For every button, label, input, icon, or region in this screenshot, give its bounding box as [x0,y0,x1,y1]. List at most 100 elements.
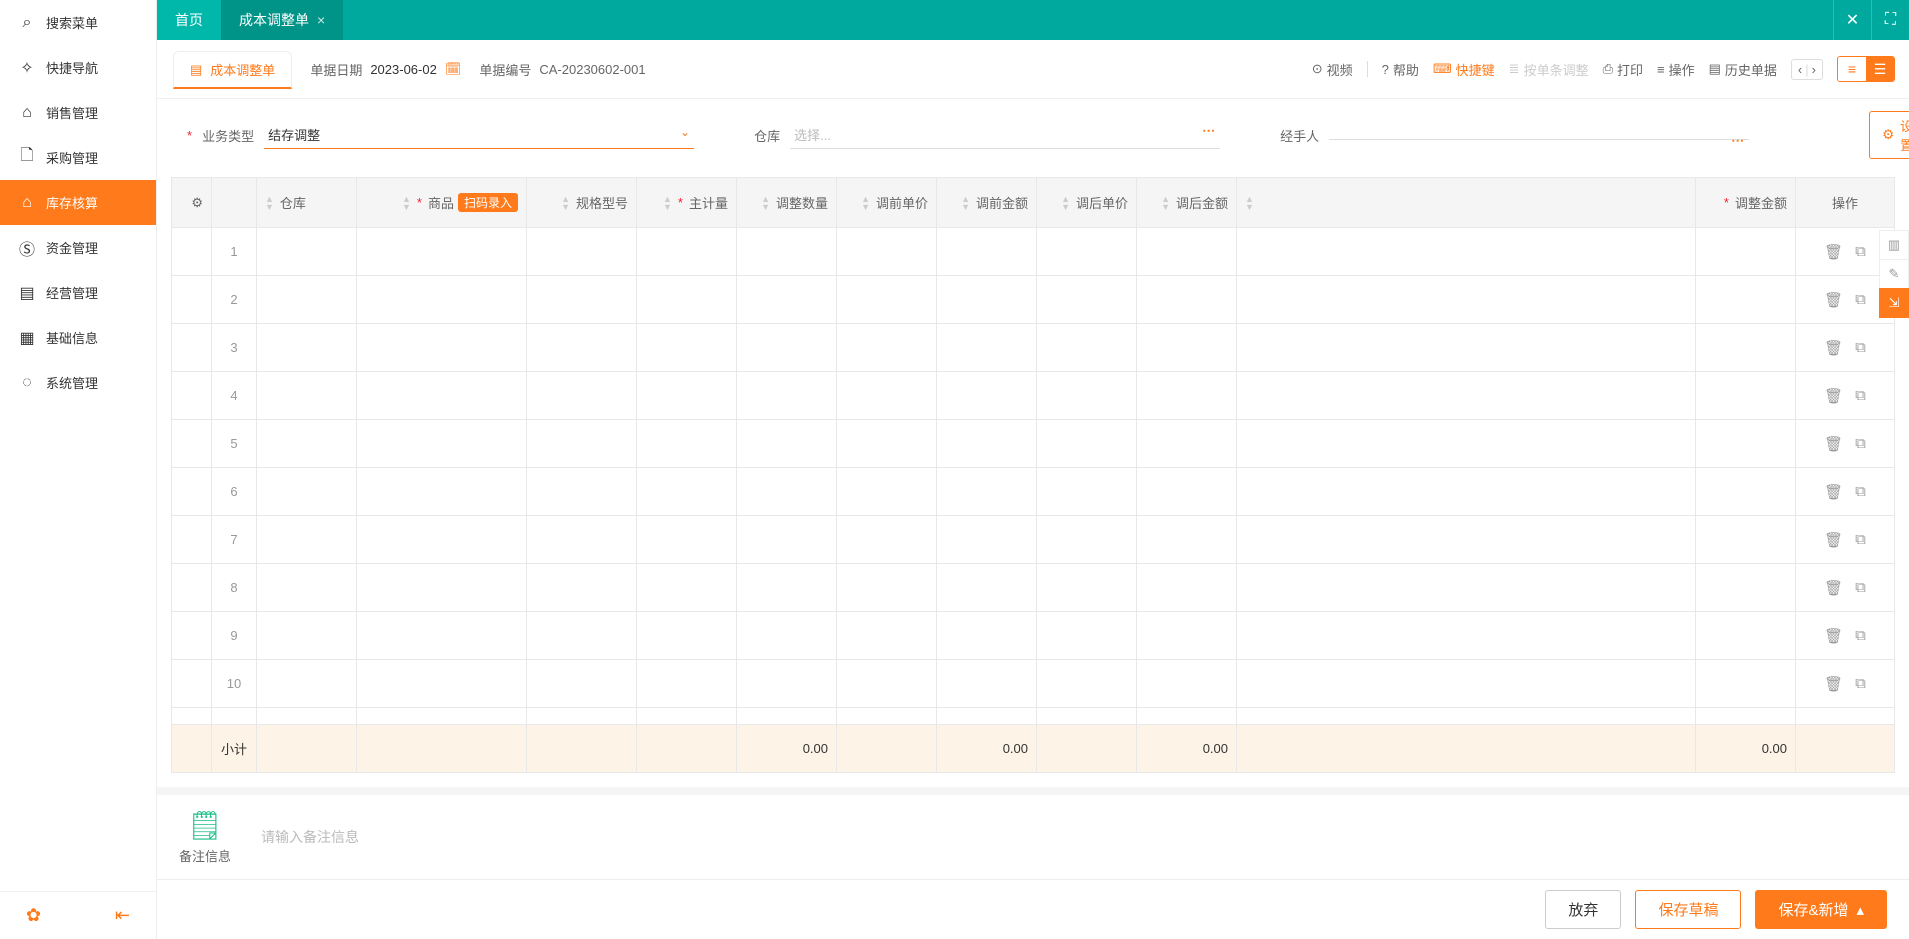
table-row[interactable]: 4🗑⧉ [172,372,1894,420]
sidebar-item-system[interactable]: ◌系统管理 [0,360,156,405]
col-price-before[interactable]: ▲▼调前单价 [837,178,937,227]
prev-icon[interactable]: ‹ [1798,62,1802,77]
operate-link[interactable]: ≡操作 [1657,60,1695,79]
float-edit-icon[interactable]: ✎ [1879,259,1909,289]
copy-row-icon[interactable]: ⧉ [1855,627,1866,644]
collapse-icon[interactable]: ⇤ [115,905,130,926]
table-row[interactable]: 1🗑⧉ [172,228,1894,276]
sidebar-item-label: 采购管理 [46,148,98,167]
delete-row-icon[interactable]: 🗑 [1824,675,1843,693]
doc-number: 单据编号 CA-20230602-001 [479,60,645,79]
tab-cost-adjust[interactable]: 成本调整单 × [221,0,343,40]
view-list-icon[interactable]: ≡ [1838,57,1866,81]
col-amount-before[interactable]: ▲▼调前金额 [937,178,1037,227]
delete-row-icon[interactable]: 🗑 [1824,387,1843,405]
copy-row-icon[interactable]: ⧉ [1855,483,1866,500]
handler-select[interactable]: ⋯ [1329,131,1749,140]
sidebar-item-search[interactable]: ⌕搜索菜单 [0,0,156,45]
shortcut-link[interactable]: ⌨快捷键 [1433,60,1495,79]
col-warehouse[interactable]: ▲▼仓库 [257,178,357,227]
table-row[interactable]: 8 🗑 ⧉ [172,564,1894,612]
table-row[interactable]: 6 🗑 ⧉ [172,468,1894,516]
delete-row-icon[interactable]: 🗑 [1824,243,1843,261]
filter-row: *业务类型 结存调整 ⌄ 仓库 选择... ⋯ 经手人 ⋯ [157,99,1909,177]
remarks-input[interactable] [261,829,1887,845]
copy-row-icon[interactable]: ⧉ [1855,243,1866,260]
per-row-adjust-link[interactable]: ≣按单条调整 [1509,60,1589,79]
sidebar-item-quicknav[interactable]: ✧快捷导航 [0,45,156,90]
sidebar-item-baseinfo[interactable]: ▦基础信息 [0,315,156,360]
copy-row-icon[interactable]: ⧉ [1855,435,1866,452]
delete-row-icon[interactable]: 🗑 [1824,339,1843,357]
col-spec[interactable]: ▲▼规格型号 [527,178,637,227]
col-product[interactable]: ▲▼*商品 扫码录入 [357,178,527,227]
calendar-icon[interactable]: 🗓 [445,61,462,77]
copy-row-icon[interactable]: ⧉ [1855,579,1866,596]
sidebar-item-inventory[interactable]: ⌂ 库存核算 [0,180,156,225]
sidebar-item-purchase[interactable]: 🗋采购管理 [0,135,156,180]
delete-row-icon[interactable]: 🗑 [1824,291,1843,309]
sidebar-item-sales[interactable]: ⌂销售管理 [0,90,156,135]
col-adj-amount[interactable]: *调整金额 [1696,178,1796,227]
col-adjqty[interactable]: ▲▼调整数量 [737,178,837,227]
tabs-fullscreen-button[interactable]: ⛶ [1871,0,1909,40]
copy-row-icon[interactable]: ⧉ [1855,531,1866,548]
subtotal-adjamt: 0.00 [1696,725,1796,772]
delete-row-icon[interactable]: 🗑 [1824,483,1843,501]
tab-home[interactable]: 首页 [157,0,221,40]
float-expand-icon[interactable]: ⇲ [1879,288,1909,318]
table-row[interactable]: 10🗑⧉ [172,660,1894,708]
tabs-close-button[interactable]: ✕ [1833,0,1871,40]
copy-row-icon[interactable]: ⧉ [1855,723,1866,724]
col-mainqty[interactable]: ▲▼*主计量 [637,178,737,227]
table-row[interactable]: 7🗑⧉ [172,516,1894,564]
view-detail-icon[interactable]: ☰ [1866,57,1894,81]
delete-row-icon[interactable]: 🗑 [1824,579,1843,597]
table-row[interactable]: 5🗑⧉ [172,420,1894,468]
biztype-select[interactable]: 结存调整 ⌄ [264,121,694,149]
help-link[interactable]: ?帮助 [1382,60,1419,79]
copy-row-icon[interactable]: ⧉ [1855,339,1866,356]
row-index: 8 [212,564,257,611]
print-link[interactable]: ⎙打印 [1603,60,1643,79]
sidebar-item-operations[interactable]: ▤经营管理 [0,270,156,315]
table-row[interactable]: 2🗑⧉ [172,276,1894,324]
save-new-button[interactable]: 保存&新增 ▴ [1755,890,1887,929]
save-draft-button[interactable]: 保存草稿 [1635,890,1741,929]
sidebar-item-label: 库存核算 [46,193,98,212]
delete-row-icon[interactable]: 🗑 [1824,627,1843,645]
col-amount-after[interactable]: ▲▼调后金额 [1137,178,1237,227]
sidebar-item-label: 资金管理 [46,238,98,257]
delete-row-icon[interactable]: 🗑 [1824,531,1843,549]
table-row[interactable]: 11🗑⧉ [172,708,1894,724]
copy-row-icon[interactable]: ⧉ [1855,387,1866,404]
doc-type-tab[interactable]: ▤ 成本调整单 [173,51,292,89]
table-row[interactable]: 9🗑⧉ [172,612,1894,660]
close-icon[interactable]: × [317,12,325,28]
settings-gear-icon[interactable]: ✿ [26,905,41,926]
remarks-label: 备注信息 [179,846,231,865]
table-row[interactable]: 3🗑⧉ [172,324,1894,372]
col-settings[interactable]: ⚙ [172,178,212,227]
field-label: 单据日期 [310,60,362,79]
row-index: 6 [212,468,257,515]
house-icon: ⌂ [18,194,36,212]
delete-row-icon[interactable]: 🗑 [1824,723,1843,725]
discard-button[interactable]: 放弃 [1545,890,1621,929]
doc-date-value[interactable]: 2023-06-02 [370,62,437,77]
col-price-after[interactable]: ▲▼调后单价 [1037,178,1137,227]
sidebar-item-funds[interactable]: Ⓢ资金管理 [0,225,156,270]
copy-row-icon[interactable]: ⧉ [1855,675,1866,692]
history-link[interactable]: ▤历史单据 [1709,60,1777,79]
video-link[interactable]: ⊙视频 [1312,60,1353,79]
sidebar-item-label: 搜索菜单 [46,13,98,32]
delete-row-icon[interactable]: 🗑 [1824,435,1843,453]
warehouse-select[interactable]: 选择... ⋯ [790,121,1220,149]
next-icon[interactable]: › [1812,62,1816,77]
copy-row-icon[interactable]: ⧉ [1855,291,1866,308]
tab-label: 成本调整单 [239,10,309,30]
caret-up-icon: ▴ [1856,901,1864,919]
float-panel-icon[interactable]: ▥ [1879,230,1909,260]
settings-button[interactable]: ⚙设置 [1869,111,1909,159]
scan-entry-button[interactable]: 扫码录入 [458,193,518,212]
